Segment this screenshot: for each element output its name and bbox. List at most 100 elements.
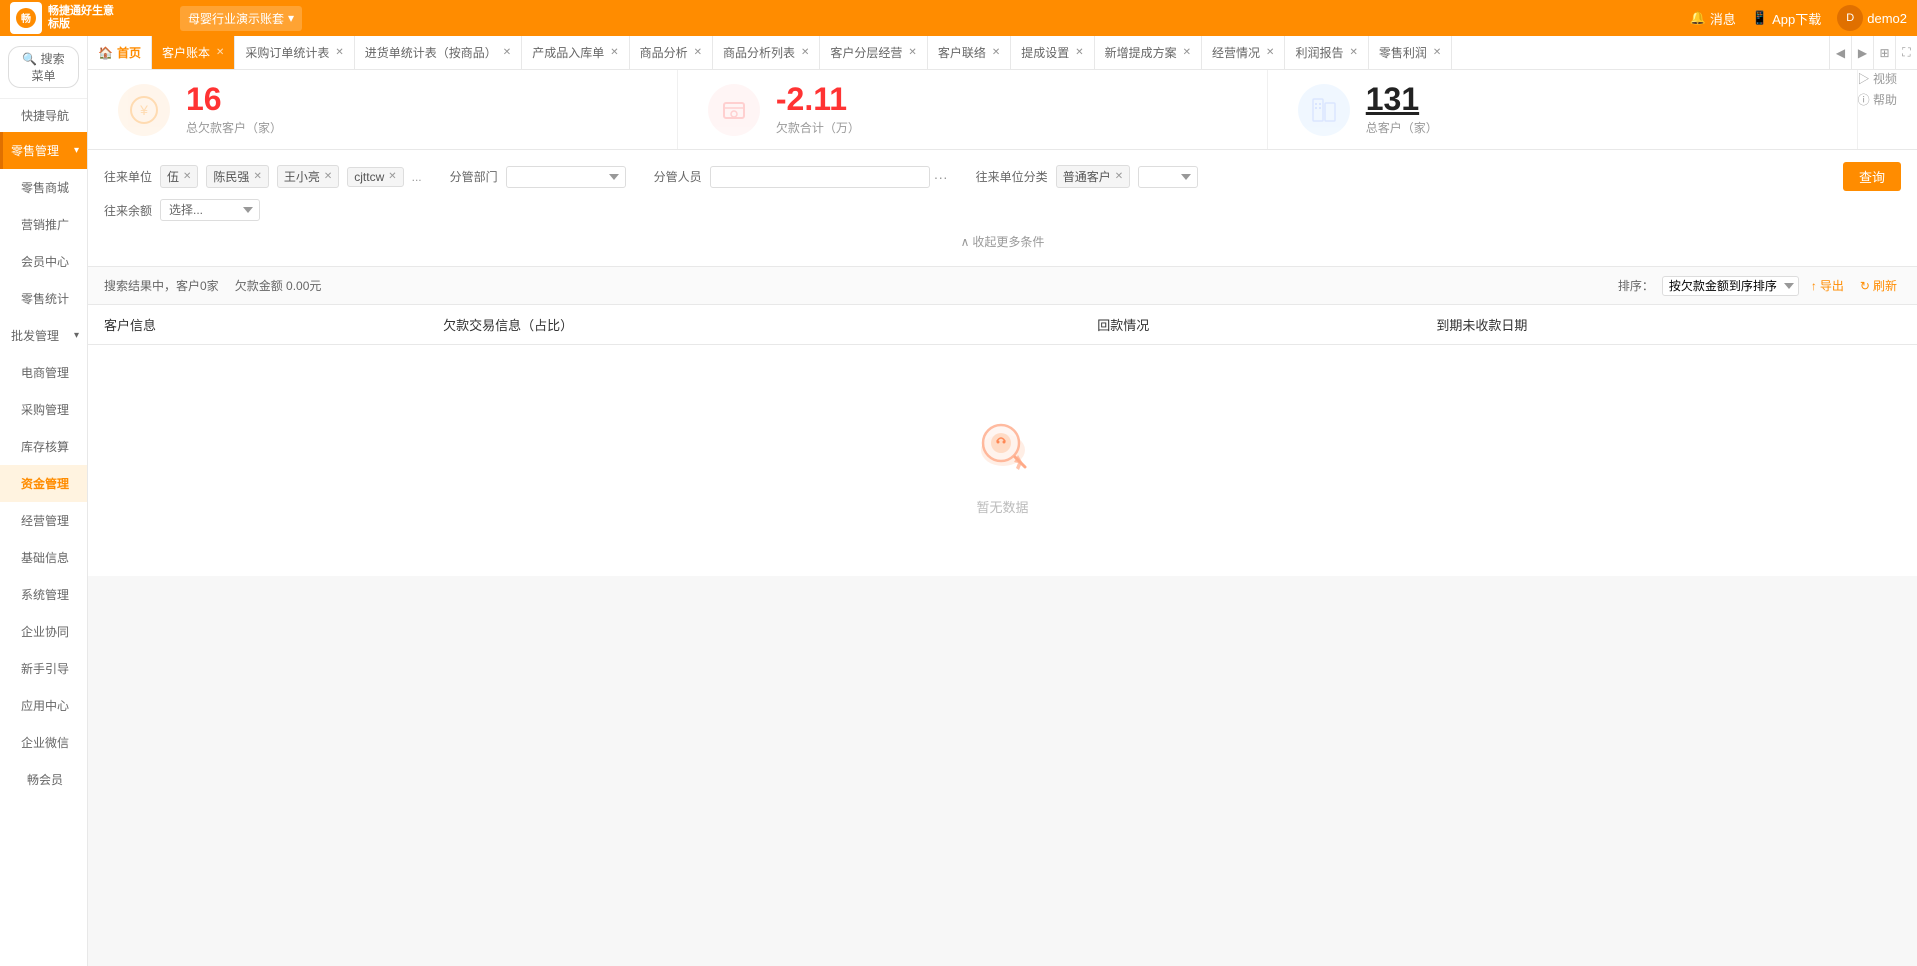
messages-btn[interactable]: 🔔 消息 <box>1690 9 1736 28</box>
sidebar-item-basic-info[interactable]: 基础信息 <box>0 539 87 576</box>
help-btn[interactable]: ⓘ 帮助 <box>1858 91 1897 108</box>
sidebar-item-retail-mgmt[interactable]: 零售管理 ▾ <box>0 132 87 169</box>
tag-remove-btn[interactable]: ✕ <box>253 171 261 182</box>
sidebar-item-vip[interactable]: 畅会员 <box>0 761 87 798</box>
chevron-icon: ▾ <box>74 145 79 156</box>
sidebar-item-retail-mall[interactable]: 零售商城 <box>0 169 87 206</box>
filter-area: 往来单位 伍 ✕ 陈民强 ✕ 王小亮 ✕ <box>88 150 1917 267</box>
filter-unit-classify-select[interactable] <box>1138 166 1198 188</box>
tab-close-icon[interactable]: ✕ <box>1266 47 1274 58</box>
sidebar-item-retail-stats[interactable]: 零售统计 <box>0 280 87 317</box>
tab-close-icon[interactable]: ✕ <box>503 47 511 58</box>
sidebar-item-marketing[interactable]: 营销推广 <box>0 206 87 243</box>
stat-label-clients: 总客户（家） <box>1366 119 1438 136</box>
sidebar-item-inventory[interactable]: 库存核算 <box>0 428 87 465</box>
sidebar-item-purchase-mgmt[interactable]: 采购管理 <box>0 391 87 428</box>
tab-ops-status[interactable]: 经营情况 ✕ <box>1202 36 1285 70</box>
stats-row: ¥ 16 总欠款客户（家） <box>88 70 1917 150</box>
filter-person-input[interactable] <box>710 166 930 188</box>
tag-remove-btn[interactable]: ✕ <box>388 171 396 182</box>
tab-reminder-settings[interactable]: 提成设置 ✕ <box>1011 36 1094 70</box>
avatar: D <box>1837 5 1863 31</box>
stat-icon-debt <box>708 84 760 136</box>
sidebar-search-area: 🔍 搜索菜单 <box>0 36 87 99</box>
tab-close-icon[interactable]: ✕ <box>1183 47 1191 58</box>
top-bar: 畅 畅捷通好生意 标版 母婴行业演示账套 ▾ 🔔 消息 📱 App下载 D de… <box>0 0 1917 36</box>
tab-home[interactable]: 🏠 首页 <box>88 36 152 70</box>
tag-text: 普通客户 <box>1063 168 1111 185</box>
tab-scroll-right[interactable]: ▶ <box>1851 36 1873 70</box>
sidebar-item-label: 电商管理 <box>21 364 69 381</box>
tab-close-icon[interactable]: ✕ <box>335 47 343 58</box>
sidebar-item-ops-mgmt[interactable]: 经营管理 <box>0 502 87 539</box>
sidebar-item-sys-mgmt[interactable]: 系统管理 <box>0 576 87 613</box>
tab-close-icon[interactable]: ✕ <box>992 47 1000 58</box>
tab-customer-accounts[interactable]: 客户账本 ✕ <box>152 36 235 70</box>
tab-product-in[interactable]: 产成品入库单 ✕ <box>522 36 629 70</box>
filter-person-more-btn[interactable]: ··· <box>934 169 948 185</box>
sidebar-item-enterprise-wechat[interactable]: 企业微信 <box>0 724 87 761</box>
sidebar-item-capital-mgmt[interactable]: 资金管理 <box>0 465 87 502</box>
sidebar-item-batch-mgmt[interactable]: 批发管理 ▾ <box>0 317 87 354</box>
sidebar-item-newbie[interactable]: 新手引导 <box>0 650 87 687</box>
tab-purchase-order-stats[interactable]: 采购订单统计表 ✕ <box>235 36 354 70</box>
tab-retail-profit[interactable]: 零售利润 ✕ <box>1369 36 1452 70</box>
filter-tag-more[interactable]: ... <box>412 170 422 184</box>
tag-remove-btn[interactable]: ✕ <box>324 171 332 182</box>
filter-dept-label: 分管部门 <box>450 168 498 185</box>
tab-close-icon[interactable]: ✕ <box>1349 47 1357 58</box>
sidebar: 🔍 搜索菜单 快捷导航 零售管理 ▾ 零售商城 营销推广 会员中心 零售统计 <box>0 36 88 966</box>
store-selector[interactable]: 母婴行业演示账套 ▾ <box>180 6 302 31</box>
export-btn[interactable]: ↑ 导出 <box>1807 275 1848 296</box>
tab-customer-contact[interactable]: 客户联络 ✕ <box>928 36 1011 70</box>
sidebar-search-btn[interactable]: 🔍 搜索菜单 <box>8 46 79 88</box>
user-area[interactable]: D demo2 <box>1837 5 1907 31</box>
top-bar-right: 🔔 消息 📱 App下载 D demo2 <box>1690 5 1907 31</box>
sidebar-item-label: 零售商城 <box>21 179 69 196</box>
tab-product-analysis[interactable]: 商品分析 ✕ <box>630 36 713 70</box>
refresh-btn[interactable]: ↻ 刷新 <box>1856 275 1901 296</box>
tab-expand-btn[interactable]: ⊞ <box>1873 36 1895 70</box>
tab-close-icon[interactable]: ✕ <box>694 47 702 58</box>
chevron-icon: ▾ <box>74 330 79 341</box>
sidebar-item-label: 零售管理 <box>11 142 59 159</box>
tab-add-plan[interactable]: 新增提成方案 ✕ <box>1095 36 1202 70</box>
tab-close-icon[interactable]: ✕ <box>216 47 224 58</box>
sidebar-item-app-center[interactable]: 应用中心 <box>0 687 87 724</box>
tab-stock-stats[interactable]: 进货单统计表（按商品） ✕ <box>355 36 522 70</box>
app-download-btn[interactable]: 📱 App下载 <box>1752 9 1821 28</box>
filter-tag-wangxiaoliang: 王小亮 ✕ <box>277 165 339 188</box>
data-table: 客户信息 欠款交易信息（占比） 回款情况 到期未收款日期 <box>88 305 1917 576</box>
sidebar-item-enterprise[interactable]: 企业协同 <box>0 613 87 650</box>
tab-close-icon[interactable]: ✕ <box>908 47 916 58</box>
tag-remove-btn[interactable]: ✕ <box>183 171 191 182</box>
query-button[interactable]: 查询 <box>1843 162 1901 191</box>
tab-close-icon[interactable]: ✕ <box>1075 47 1083 58</box>
tab-profit-report[interactable]: 利润报告 ✕ <box>1285 36 1368 70</box>
tab-customer-segmentation[interactable]: 客户分层经营 ✕ <box>820 36 927 70</box>
sidebar-item-label: 资金管理 <box>21 475 69 492</box>
col-customer-info: 客户信息 <box>88 305 427 345</box>
sidebar-quick-nav[interactable]: 快捷导航 <box>0 99 87 132</box>
tab-fullscreen-btn[interactable]: ⛶ <box>1895 36 1917 70</box>
tab-close-icon[interactable]: ✕ <box>1433 47 1441 58</box>
filter-dept-wrap <box>506 166 626 188</box>
app-wrapper: 畅 畅捷通好生意 标版 母婴行业演示账套 ▾ 🔔 消息 📱 App下载 D de… <box>0 0 1917 966</box>
tab-scroll-left[interactable]: ◀ <box>1829 36 1851 70</box>
stat-label-customers: 总欠款客户（家） <box>186 119 282 136</box>
content-area: 🏠 首页 客户账本 ✕ 采购订单统计表 ✕ 进货单统计表（按商品） ✕ 产成品入… <box>88 36 1917 966</box>
filter-person-wrap: ··· <box>710 166 948 188</box>
filter-balance-select[interactable]: 选择... <box>160 199 260 221</box>
play-icon: ▷ <box>1858 72 1870 86</box>
sort-select[interactable]: 按欠款金额到序排序 <box>1662 276 1799 296</box>
sidebar-item-ecommerce[interactable]: 电商管理 <box>0 354 87 391</box>
tab-close-icon[interactable]: ✕ <box>610 47 618 58</box>
tag-remove-btn[interactable]: ✕ <box>1115 171 1123 182</box>
tab-close-icon[interactable]: ✕ <box>801 47 809 58</box>
collapse-btn[interactable]: ∧ 收起更多条件 <box>961 229 1045 254</box>
video-help-btn[interactable]: ▷ 视频 <box>1858 70 1897 87</box>
filter-dept-select[interactable] <box>506 166 626 188</box>
stat-icon-customers: ¥ <box>118 84 170 136</box>
sidebar-item-member-center[interactable]: 会员中心 <box>0 243 87 280</box>
tab-product-analysis-list[interactable]: 商品分析列表 ✕ <box>713 36 820 70</box>
